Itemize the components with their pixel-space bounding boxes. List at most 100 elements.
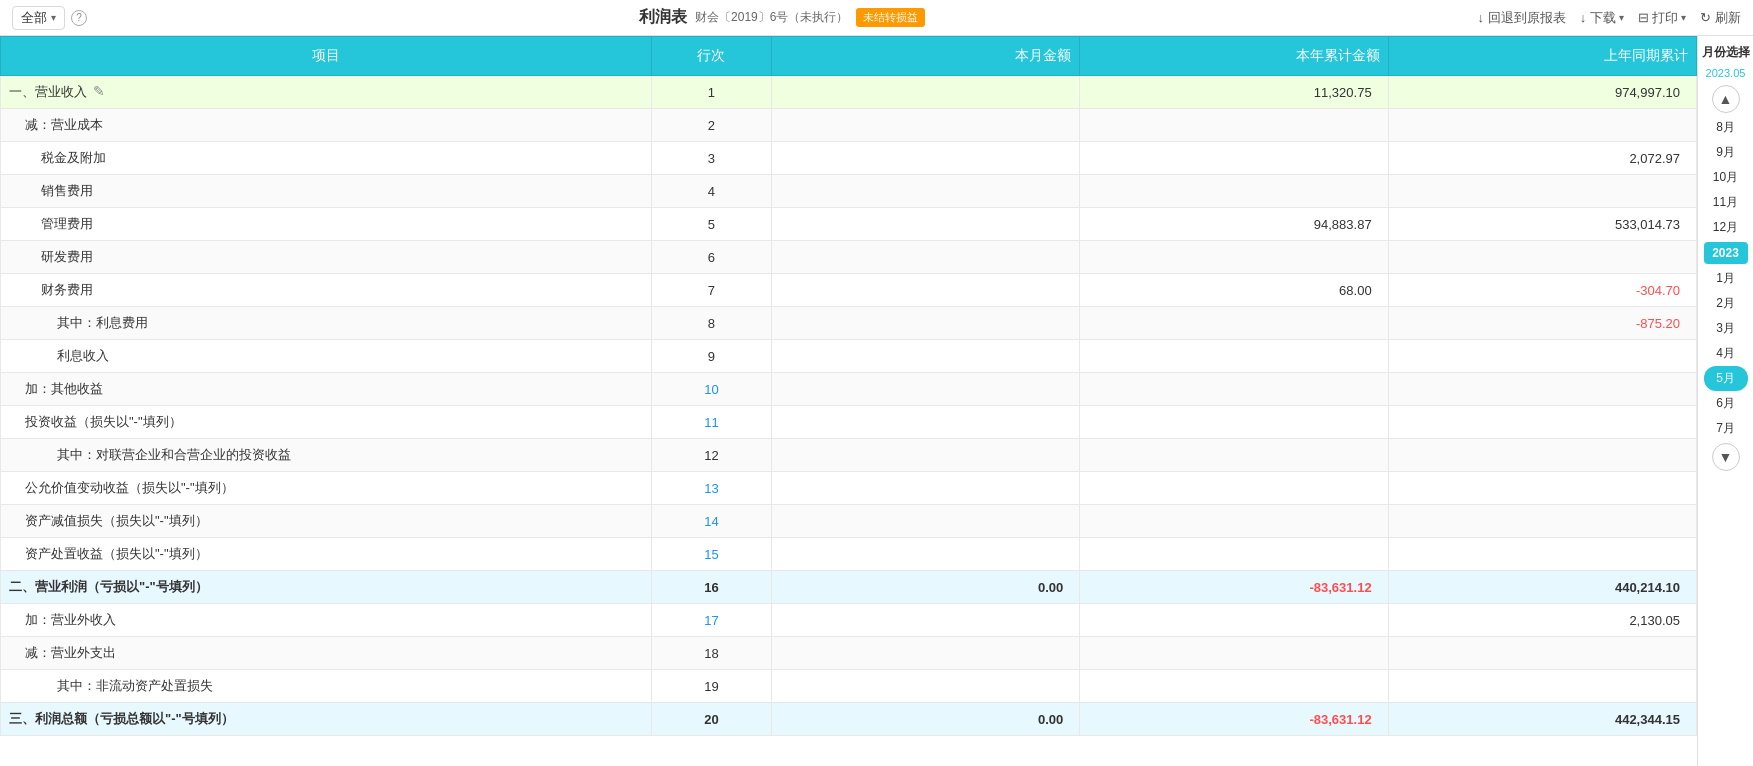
cell-project: 研发费用: [1, 241, 652, 274]
sidebar-month-item[interactable]: 4月: [1704, 341, 1748, 366]
nav-down-arrow[interactable]: ▼: [1712, 443, 1740, 471]
cell-month: [771, 340, 1079, 373]
btn-print[interactable]: ⊟ 打印 ▾: [1638, 9, 1687, 27]
cell-rownum: 7: [652, 274, 772, 307]
table-row: 其中：利息费用8-875.20: [1, 307, 1697, 340]
col-header-year: 本年累计金额: [1080, 37, 1388, 76]
cell-rownum: 2: [652, 109, 772, 142]
cell-lastyear: [1388, 406, 1696, 439]
sidebar-month-item[interactable]: 7月: [1704, 416, 1748, 441]
cell-year: [1080, 670, 1388, 703]
cell-year: [1080, 406, 1388, 439]
cell-rownum: 6: [652, 241, 772, 274]
col-header-project: 项目: [1, 37, 652, 76]
cell-rownum: 19: [652, 670, 772, 703]
btn-back[interactable]: ↓ 回退到原报表: [1478, 9, 1566, 27]
cell-lastyear: 442,344.15: [1388, 703, 1696, 736]
btn-download[interactable]: ↓ 下载 ▾: [1580, 9, 1624, 27]
cell-rownum: 5: [652, 208, 772, 241]
cell-project: 公允价值变动收益（损失以"-"填列）: [1, 472, 652, 505]
cell-rownum: 12: [652, 439, 772, 472]
sidebar-month-item[interactable]: 10月: [1704, 165, 1748, 190]
report-title: 利润表: [639, 7, 687, 28]
cell-rownum: 10: [652, 373, 772, 406]
print-arrow: ▾: [1681, 12, 1686, 23]
cell-lastyear: [1388, 472, 1696, 505]
cell-rownum: 3: [652, 142, 772, 175]
region-label: 全部: [21, 9, 47, 27]
sidebar-month-item[interactable]: 11月: [1704, 190, 1748, 215]
cell-year: [1080, 373, 1388, 406]
cell-rownum: 18: [652, 637, 772, 670]
cell-year: -83,631.12: [1080, 703, 1388, 736]
cell-lastyear: [1388, 373, 1696, 406]
nav-up-arrow[interactable]: ▲: [1712, 85, 1740, 113]
cell-rownum: 13: [652, 472, 772, 505]
cell-month: [771, 373, 1079, 406]
cell-project: 加：其他收益: [1, 373, 652, 406]
cell-rownum: 9: [652, 340, 772, 373]
cell-year: [1080, 175, 1388, 208]
cell-month: [771, 307, 1079, 340]
table-row: 其中：非流动资产处置损失19: [1, 670, 1697, 703]
cell-project: 利息收入: [1, 340, 652, 373]
cell-project: 税金及附加: [1, 142, 652, 175]
cell-project: 三、利润总额（亏损总额以"-"号填列）: [1, 703, 652, 736]
cell-lastyear: -304.70: [1388, 274, 1696, 307]
unexecuted-badge: 未结转损益: [856, 8, 925, 27]
cell-month: [771, 538, 1079, 571]
cell-month: [771, 505, 1079, 538]
cell-rownum: 15: [652, 538, 772, 571]
cell-project: 投资收益（损失以"-"填列）: [1, 406, 652, 439]
cell-year: [1080, 472, 1388, 505]
cell-project: 管理费用: [1, 208, 652, 241]
cell-rownum: 16: [652, 571, 772, 604]
cell-month: [771, 175, 1079, 208]
main-layout: 项目 行次 本月金额 本年累计金额 上年同期累计 一、营业收入✎111,320.…: [0, 36, 1753, 766]
cell-project: 加：营业外收入: [1, 604, 652, 637]
cell-year: [1080, 637, 1388, 670]
cell-year: 11,320.75: [1080, 76, 1388, 109]
cell-year: [1080, 604, 1388, 637]
sidebar-month-item[interactable]: 12月: [1704, 215, 1748, 240]
col-header-rownum: 行次: [652, 37, 772, 76]
table-row: 加：营业外收入17 2,130.05: [1, 604, 1697, 637]
btn-refresh[interactable]: ↻ 刷新: [1700, 9, 1741, 27]
help-icon[interactable]: ?: [71, 10, 87, 26]
sidebar-month-item[interactable]: 9月: [1704, 140, 1748, 165]
cell-month: [771, 109, 1079, 142]
table-header-row: 项目 行次 本月金额 本年累计金额 上年同期累计: [1, 37, 1697, 76]
sidebar-year-label: 2023: [1704, 242, 1748, 264]
sidebar-month-item[interactable]: 5月: [1704, 366, 1748, 391]
cell-month: [771, 472, 1079, 505]
sidebar-label: 月份选择: [1700, 40, 1752, 65]
cell-month: [771, 439, 1079, 472]
table-row: 加：其他收益10: [1, 373, 1697, 406]
cell-year: 94,883.87: [1080, 208, 1388, 241]
edit-icon[interactable]: ✎: [93, 83, 105, 99]
right-sidebar: 月份选择 2023.05 ▲ 8月9月10月11月12月20231月2月3月4月…: [1697, 36, 1753, 766]
cell-rownum: 14: [652, 505, 772, 538]
sidebar-month-item[interactable]: 3月: [1704, 316, 1748, 341]
cell-month: [771, 406, 1079, 439]
region-selector[interactable]: 全部 ▾: [12, 6, 65, 30]
table-row: 管理费用594,883.87533,014.73: [1, 208, 1697, 241]
table-row: 其中：对联营企业和合营企业的投资收益12: [1, 439, 1697, 472]
cell-lastyear: [1388, 340, 1696, 373]
cell-year: [1080, 241, 1388, 274]
region-dropdown-arrow: ▾: [51, 12, 56, 23]
cell-rownum: 17: [652, 604, 772, 637]
cell-year: 68.00: [1080, 274, 1388, 307]
sidebar-month-item[interactable]: 6月: [1704, 391, 1748, 416]
profit-table: 项目 行次 本月金额 本年累计金额 上年同期累计 一、营业收入✎111,320.…: [0, 36, 1697, 736]
cell-year: [1080, 505, 1388, 538]
cell-month: [771, 274, 1079, 307]
sidebar-month-item[interactable]: 8月: [1704, 115, 1748, 140]
sidebar-month-item[interactable]: 2月: [1704, 291, 1748, 316]
cell-lastyear: [1388, 670, 1696, 703]
cell-lastyear: 2,130.05: [1388, 604, 1696, 637]
sidebar-month-item[interactable]: 1月: [1704, 266, 1748, 291]
cell-project: 销售费用: [1, 175, 652, 208]
cell-month: [771, 241, 1079, 274]
cell-lastyear: [1388, 538, 1696, 571]
